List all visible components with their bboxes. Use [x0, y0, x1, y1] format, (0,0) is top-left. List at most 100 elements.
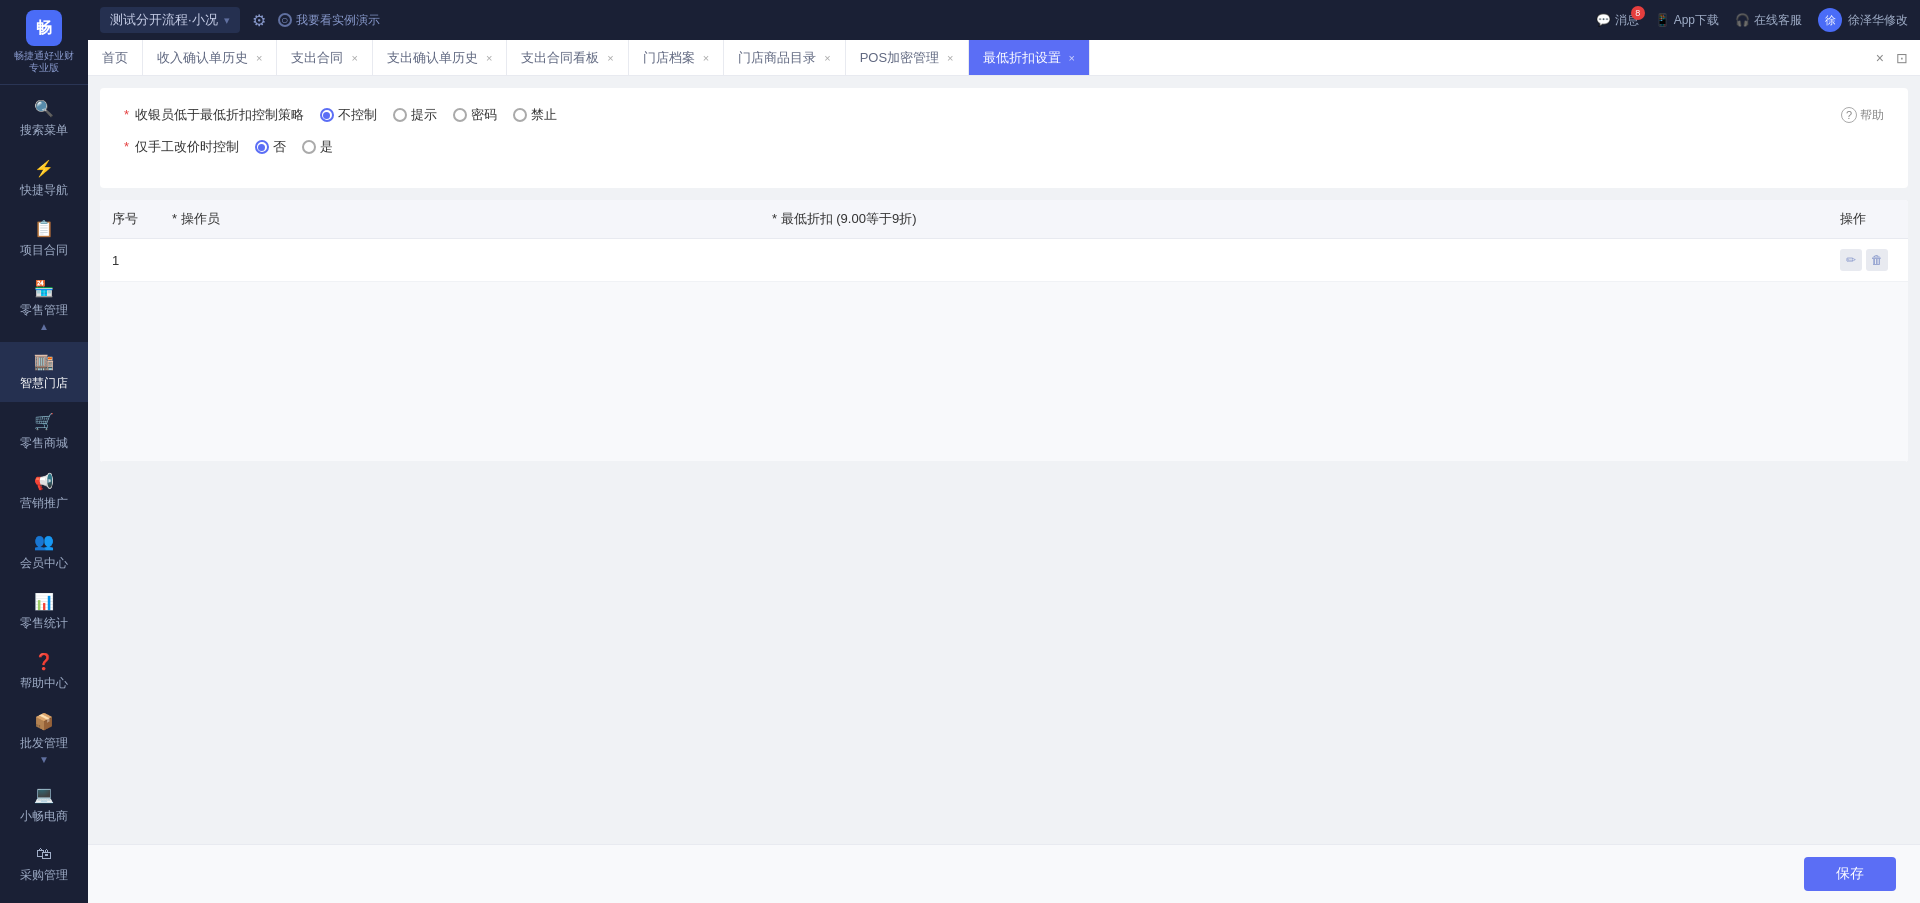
- required-marker: *: [124, 107, 129, 122]
- col-operator-header: * 操作员: [160, 200, 760, 239]
- demo-dot-icon: ○: [278, 13, 292, 27]
- cell-operator: [160, 239, 760, 282]
- project-dropdown-arrow: ▾: [224, 14, 230, 27]
- sidebar-item-project[interactable]: 📋 项目合同: [0, 209, 88, 269]
- option-no-control[interactable]: 不控制: [320, 106, 377, 124]
- table-row: 1 ✏ 🗑: [100, 239, 1908, 282]
- settings-button[interactable]: ⚙: [252, 11, 266, 30]
- sidebar-item-marketing[interactable]: 📢 营销推广: [0, 462, 88, 522]
- required-marker2: *: [124, 139, 129, 154]
- sidebar-item-shortcut[interactable]: ⚡ 快捷导航: [0, 149, 88, 209]
- col-seq-header: 序号: [100, 200, 160, 239]
- tab-payment-history[interactable]: 支出确认单历史 ×: [373, 40, 507, 75]
- tab-home[interactable]: 首页: [88, 40, 143, 75]
- discount-strategy-options: 不控制 提示 密码 禁止: [320, 106, 557, 124]
- footer-bar: 保存: [88, 844, 1920, 903]
- app-logo-icon: 畅: [26, 10, 62, 46]
- manual-price-row: * 仅手工改价时控制 否 是: [124, 138, 1884, 156]
- user-info[interactable]: 徐 徐泽华修改: [1818, 8, 1908, 32]
- sidebar-item-member[interactable]: 👥 会员中心: [0, 522, 88, 582]
- tab-close-store-archive[interactable]: ×: [703, 52, 709, 64]
- radio-prompt-circle: [393, 108, 407, 122]
- tab-bar: 首页 收入确认单历史 × 支出合同 × 支出确认单历史 × 支出合同看板 × 门…: [88, 40, 1920, 76]
- table-empty-row: [100, 282, 1908, 462]
- project-selector[interactable]: 测试分开流程·小况 ▾: [100, 7, 240, 33]
- sidebar-item-inventory[interactable]: 📦 库存核算: [0, 894, 88, 903]
- cell-seq: 1: [100, 239, 160, 282]
- save-button[interactable]: 保存: [1804, 857, 1896, 891]
- tab-close-payment-board[interactable]: ×: [607, 52, 613, 64]
- cell-actions: ✏ 🗑: [1828, 239, 1908, 282]
- app-icon: 📱: [1655, 13, 1670, 27]
- delete-icon[interactable]: 🗑: [1866, 249, 1888, 271]
- tab-min-discount[interactable]: 最低折扣设置 ×: [969, 40, 1090, 75]
- sidebar-item-purchase[interactable]: 🛍 采购管理: [0, 835, 88, 894]
- sidebar-item-help-center[interactable]: ❓ 帮助中心: [0, 642, 88, 702]
- project-icon: 📋: [34, 219, 54, 238]
- wholesale-icon: 📦: [34, 712, 54, 731]
- demo-link[interactable]: ○ 我要看实例演示: [278, 12, 380, 29]
- tab-close-income-history[interactable]: ×: [256, 52, 262, 64]
- marketing-icon: 📢: [34, 472, 54, 491]
- retail-icon: 🏪: [34, 279, 54, 298]
- project-name: 测试分开流程·小况: [110, 11, 218, 29]
- radio-no-control-circle: [320, 108, 334, 122]
- message-button[interactable]: 💬 消息 8: [1596, 12, 1639, 29]
- tab-close-payment-history[interactable]: ×: [486, 52, 492, 64]
- tab-close-store-products[interactable]: ×: [824, 52, 830, 64]
- retail-arrow: ▲: [39, 321, 49, 332]
- app-download-button[interactable]: 📱 App下载: [1655, 12, 1719, 29]
- top-header: 测试分开流程·小况 ▾ ⚙ ○ 我要看实例演示 💬 消息 8 📱 App下载 🎧…: [88, 0, 1920, 40]
- col-discount-header: * 最低折扣 (9.00等于9折): [760, 200, 1828, 239]
- tab-income-history[interactable]: 收入确认单历史 ×: [143, 40, 277, 75]
- sidebar-item-wholesale[interactable]: 📦 批发管理 ▼: [0, 702, 88, 775]
- tab-payment-board[interactable]: 支出合同看板 ×: [507, 40, 628, 75]
- tab-store-products[interactable]: 门店商品目录 ×: [724, 40, 845, 75]
- option-prompt[interactable]: 提示: [393, 106, 437, 124]
- cell-discount: [760, 239, 1828, 282]
- radio-password-circle: [453, 108, 467, 122]
- tab-close-all-button[interactable]: ×: [1872, 48, 1888, 68]
- tab-payment-contract[interactable]: 支出合同 ×: [277, 40, 372, 75]
- member-icon: 👥: [34, 532, 54, 551]
- data-table-wrapper: 序号 * 操作员 * 最低折扣 (9.00等于9折) 操作: [100, 200, 1908, 462]
- tab-actions: × ⊡: [1864, 48, 1920, 68]
- option-manual-yes[interactable]: 是: [302, 138, 333, 156]
- sidebar-item-retail[interactable]: 🏪 零售管理 ▲: [0, 269, 88, 342]
- tab-close-payment-contract[interactable]: ×: [351, 52, 357, 64]
- manual-price-label: * 仅手工改价时控制: [124, 138, 239, 156]
- tab-close-pos-password[interactable]: ×: [947, 52, 953, 64]
- edit-icon[interactable]: ✏: [1840, 249, 1862, 271]
- online-support-button[interactable]: 🎧 在线客服: [1735, 12, 1802, 29]
- tab-store-archive[interactable]: 门店档案 ×: [629, 40, 724, 75]
- data-table: 序号 * 操作员 * 最低折扣 (9.00等于9折) 操作: [100, 200, 1908, 462]
- search-icon: 🔍: [34, 99, 54, 118]
- retail-stats-icon: 📊: [34, 592, 54, 611]
- col-actions-header: 操作: [1828, 200, 1908, 239]
- sidebar-item-ecommerce[interactable]: 💻 小畅电商: [0, 775, 88, 835]
- option-forbid[interactable]: 禁止: [513, 106, 557, 124]
- tab-expand-button[interactable]: ⊡: [1892, 48, 1912, 68]
- sidebar-item-retail-stats[interactable]: 📊 零售统计: [0, 582, 88, 642]
- option-password[interactable]: 密码: [453, 106, 497, 124]
- help-button[interactable]: ? 帮助: [1841, 107, 1884, 124]
- main-area: 测试分开流程·小况 ▾ ⚙ ○ 我要看实例演示 💬 消息 8 📱 App下载 🎧…: [88, 0, 1920, 903]
- option-manual-no[interactable]: 否: [255, 138, 286, 156]
- sidebar-item-search[interactable]: 🔍 搜索菜单: [0, 89, 88, 149]
- app-logo-text: 畅捷通好业财专业版: [14, 50, 74, 74]
- manual-price-options: 否 是: [255, 138, 333, 156]
- discount-strategy-label: * 收银员低于最低折扣控制策略: [124, 106, 304, 124]
- radio-manual-no-circle: [255, 140, 269, 154]
- header-right: 💬 消息 8 📱 App下载 🎧 在线客服 徐 徐泽华修改: [1596, 8, 1908, 32]
- tab-pos-password[interactable]: POS加密管理 ×: [846, 40, 969, 75]
- sidebar-item-online-shop[interactable]: 🛒 零售商城: [0, 402, 88, 462]
- message-icon: 💬: [1596, 13, 1611, 27]
- tab-close-min-discount[interactable]: ×: [1069, 52, 1075, 64]
- online-shop-icon: 🛒: [34, 412, 54, 431]
- content-area: * 收银员低于最低折扣控制策略 不控制 提示 密码: [88, 76, 1920, 844]
- help-icon: ?: [1841, 107, 1857, 123]
- form-card: * 收银员低于最低折扣控制策略 不控制 提示 密码: [100, 88, 1908, 188]
- sidebar-item-smart-store[interactable]: 🏬 智慧门店: [0, 342, 88, 402]
- smart-store-icon: 🏬: [34, 352, 54, 371]
- shortcut-icon: ⚡: [34, 159, 54, 178]
